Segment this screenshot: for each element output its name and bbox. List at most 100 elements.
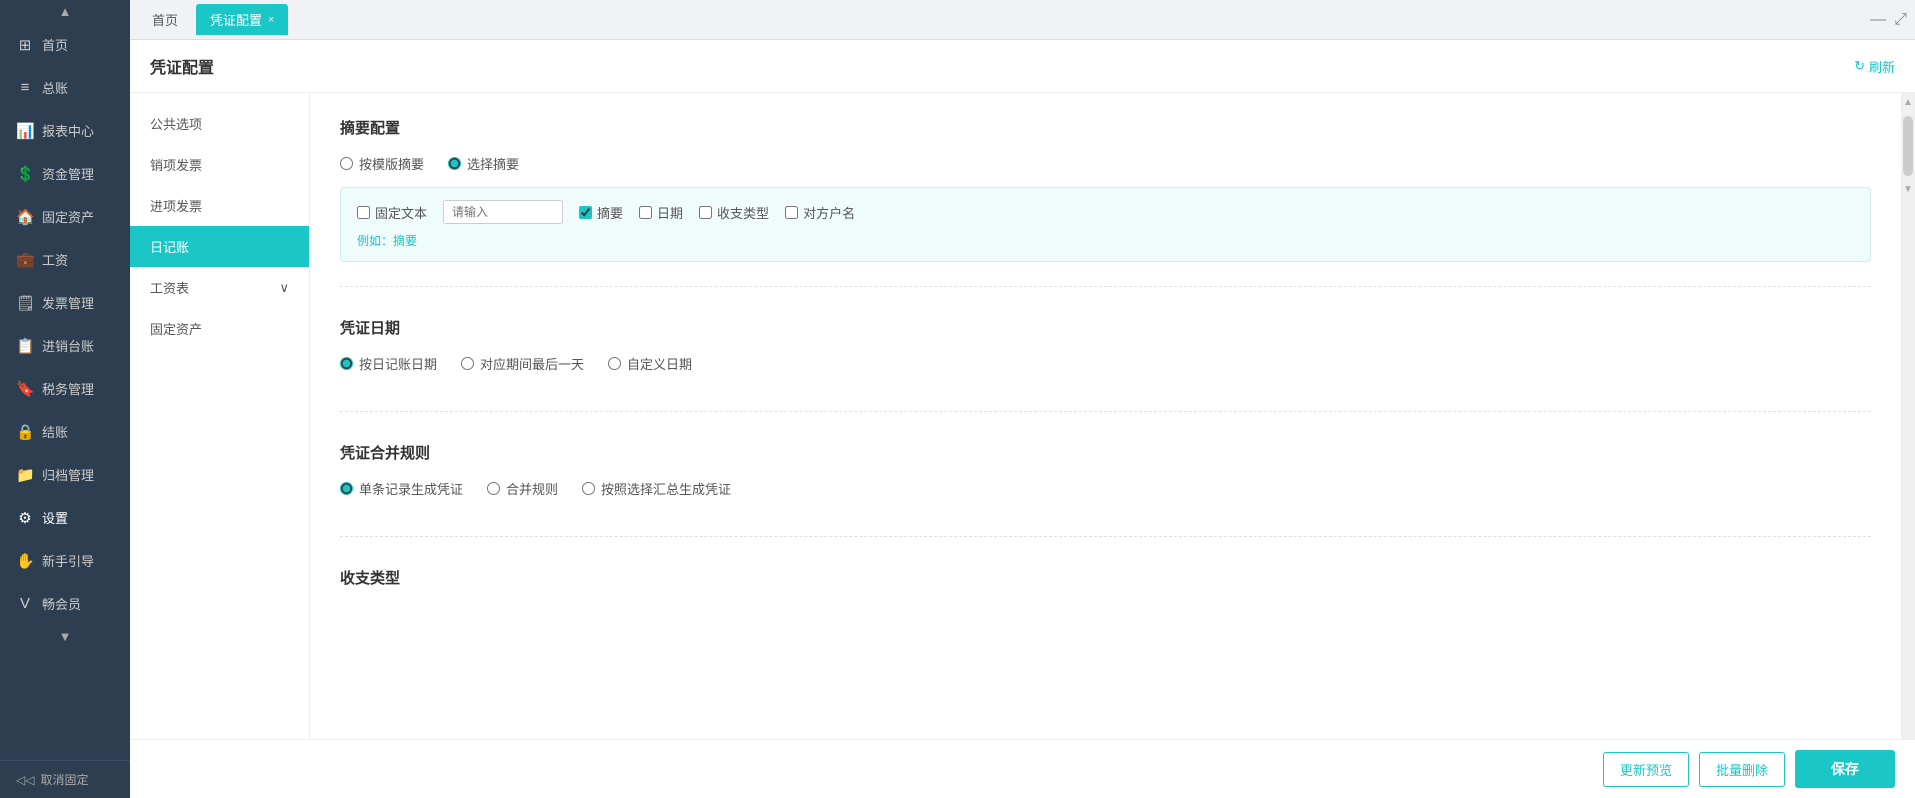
sidebar-item-purchase[interactable]: 📋 进销台账 — [0, 324, 130, 367]
left-nav-payroll-label: 工资表 — [150, 278, 189, 297]
sidebar-unpin-button[interactable]: ◁◁ 取消固定 — [0, 760, 130, 798]
salary-icon: 💼 — [16, 251, 34, 269]
radio-by-journal-date[interactable]: 按日记账日期 — [340, 354, 437, 373]
sidebar-scroll-down[interactable]: ▼ — [0, 625, 130, 648]
sidebar-item-home[interactable]: ⊞ 首页 — [0, 23, 130, 66]
radio-by-journal-date-input[interactable] — [340, 357, 353, 370]
left-nav-purchase[interactable]: 进项发票 — [130, 185, 309, 226]
sidebar-item-settings[interactable]: ⚙ 设置 — [0, 496, 130, 539]
refresh-label: 刷新 — [1869, 57, 1895, 76]
sidebar-item-label: 固定资产 — [42, 207, 94, 226]
sidebar-item-label: 首页 — [42, 35, 68, 54]
checkbox-row: 固定文本 摘要 日期 — [340, 187, 1871, 262]
home-icon: ⊞ — [16, 36, 34, 54]
fixed-text-input[interactable] — [443, 200, 563, 224]
window-controls: — ⤢ — [1870, 11, 1907, 29]
sidebar-item-closing[interactable]: 🔒 结账 — [0, 410, 130, 453]
scroll-up-arrow[interactable]: ▲ — [1899, 93, 1915, 112]
layout: 公共选项 销项发票 进项发票 日记账 工资表 ∨ 固定资产 — [130, 93, 1915, 739]
checkbox-date-input[interactable] — [639, 206, 652, 219]
left-nav-journal-label: 日记账 — [150, 237, 189, 256]
sidebar-item-archive[interactable]: 📁 归档管理 — [0, 453, 130, 496]
radio-select-aggregate[interactable]: 按照选择汇总生成凭证 — [582, 479, 731, 498]
sidebar-item-report[interactable]: 📊 报表中心 — [0, 109, 130, 152]
checkbox-counterparty-input[interactable] — [785, 206, 798, 219]
sidebar-item-tax[interactable]: 🔖 税务管理 — [0, 367, 130, 410]
sidebar-item-label: 结账 — [42, 422, 68, 441]
sidebar-item-guide[interactable]: ✋ 新手引导 — [0, 539, 130, 582]
radio-custom-date-input[interactable] — [608, 357, 621, 370]
left-nav-fixed[interactable]: 固定资产 — [130, 308, 309, 349]
radio-template-summary[interactable]: 按模版摘要 — [340, 154, 424, 173]
radio-template-summary-input[interactable] — [340, 157, 353, 170]
scroll-down-arrow[interactable]: ▼ — [1899, 180, 1915, 199]
radio-merge-rules-input[interactable] — [487, 482, 500, 495]
voucher-date-radio-group: 按日记账日期 对应期间最后一天 自定义日期 — [340, 354, 1871, 373]
radio-select-aggregate-input[interactable] — [582, 482, 595, 495]
update-preview-button[interactable]: 更新预览 — [1603, 752, 1689, 787]
unpin-icon: ◁◁ — [16, 773, 34, 787]
sidebar-item-label: 畅会员 — [42, 594, 81, 613]
radio-choose-summary-input[interactable] — [448, 157, 461, 170]
guide-icon: ✋ — [16, 552, 34, 570]
sidebar-item-assets[interactable]: 🏠 固定资产 — [0, 195, 130, 238]
radio-custom-date[interactable]: 自定义日期 — [608, 354, 692, 373]
chevron-down-icon: ∨ — [279, 280, 289, 296]
radio-single-record[interactable]: 单条记录生成凭证 — [340, 479, 463, 498]
sidebar-item-salary[interactable]: 💼 工资 — [0, 238, 130, 281]
checkbox-group: 固定文本 摘要 日期 — [357, 200, 1854, 224]
checkbox-fixed-text[interactable]: 固定文本 — [357, 203, 427, 222]
sidebar-item-vip[interactable]: V 畅会员 — [0, 582, 130, 625]
sidebar-item-label: 新手引导 — [42, 551, 94, 570]
sidebar-scroll-up[interactable]: ▲ — [0, 0, 130, 23]
left-nav-payroll[interactable]: 工资表 ∨ — [130, 267, 309, 308]
maximize-button[interactable]: ⤢ — [1894, 11, 1907, 29]
sidebar-item-invoice[interactable]: 🗒 发票管理 — [0, 281, 130, 324]
example-text: 例如：摘要 — [357, 232, 1854, 249]
radio-period-last-day[interactable]: 对应期间最后一天 — [461, 354, 584, 373]
sidebar-item-ledger[interactable]: ≡ 总账 — [0, 66, 130, 109]
tab-voucher-config[interactable]: 凭证配置 × — [196, 4, 288, 35]
checkbox-payment-type[interactable]: 收支类型 — [699, 203, 769, 222]
checkbox-summary-input[interactable] — [579, 206, 592, 219]
tab-voucher-config-label: 凭证配置 — [210, 10, 262, 29]
payment-type-title: 收支类型 — [340, 567, 1871, 588]
checkbox-summary-label: 摘要 — [597, 203, 623, 222]
save-button[interactable]: 保存 — [1795, 750, 1895, 788]
radio-single-record-input[interactable] — [340, 482, 353, 495]
invoice-icon: 🗒 — [16, 294, 34, 312]
refresh-icon: ↻ — [1854, 58, 1865, 74]
tab-close-icon[interactable]: × — [268, 14, 274, 26]
checkbox-payment-type-input[interactable] — [699, 206, 712, 219]
right-content: 摘要配置 按模版摘要 选择摘要 — [310, 93, 1901, 739]
voucher-date-section: 凭证日期 按日记账日期 对应期间最后一天 自定义日期 — [340, 317, 1871, 412]
radio-select-aggregate-label: 按照选择汇总生成凭证 — [601, 479, 731, 498]
radio-merge-rules-label: 合并规则 — [506, 479, 558, 498]
checkbox-counterparty[interactable]: 对方户名 — [785, 203, 855, 222]
refresh-button[interactable]: ↻ 刷新 — [1854, 57, 1895, 76]
left-nav-sales-label: 销项发票 — [150, 155, 202, 174]
tab-home[interactable]: 首页 — [138, 4, 192, 35]
left-nav-public[interactable]: 公共选项 — [130, 103, 309, 144]
left-nav-journal[interactable]: 日记账 — [130, 226, 309, 267]
radio-choose-summary[interactable]: 选择摘要 — [448, 154, 519, 173]
bottom-bar: 更新预览 批量删除 保存 — [130, 739, 1915, 798]
sidebar-item-label: 工资 — [42, 250, 68, 269]
checkbox-fixed-text-input[interactable] — [357, 206, 370, 219]
sidebar-item-label: 资金管理 — [42, 164, 94, 183]
scroll-thumb[interactable] — [1903, 116, 1913, 176]
sidebar-item-fund[interactable]: 💲 资金管理 — [0, 152, 130, 195]
left-nav-sales[interactable]: 销项发票 — [130, 144, 309, 185]
radio-template-summary-label: 按模版摘要 — [359, 154, 424, 173]
checkbox-summary[interactable]: 摘要 — [579, 203, 623, 222]
checkbox-date[interactable]: 日期 — [639, 203, 683, 222]
sidebar: ▲ ⊞ 首页 ≡ 总账 📊 报表中心 💲 资金管理 🏠 固定资产 💼 工资 🗒 … — [0, 0, 130, 798]
minimize-button[interactable]: — — [1870, 11, 1886, 29]
voucher-merge-title: 凭证合并规则 — [340, 442, 1871, 463]
radio-period-last-day-input[interactable] — [461, 357, 474, 370]
radio-merge-rules[interactable]: 合并规则 — [487, 479, 558, 498]
sidebar-item-label: 发票管理 — [42, 293, 94, 312]
archive-icon: 📁 — [16, 466, 34, 484]
batch-delete-button[interactable]: 批量删除 — [1699, 752, 1785, 787]
settings-icon: ⚙ — [16, 509, 34, 527]
